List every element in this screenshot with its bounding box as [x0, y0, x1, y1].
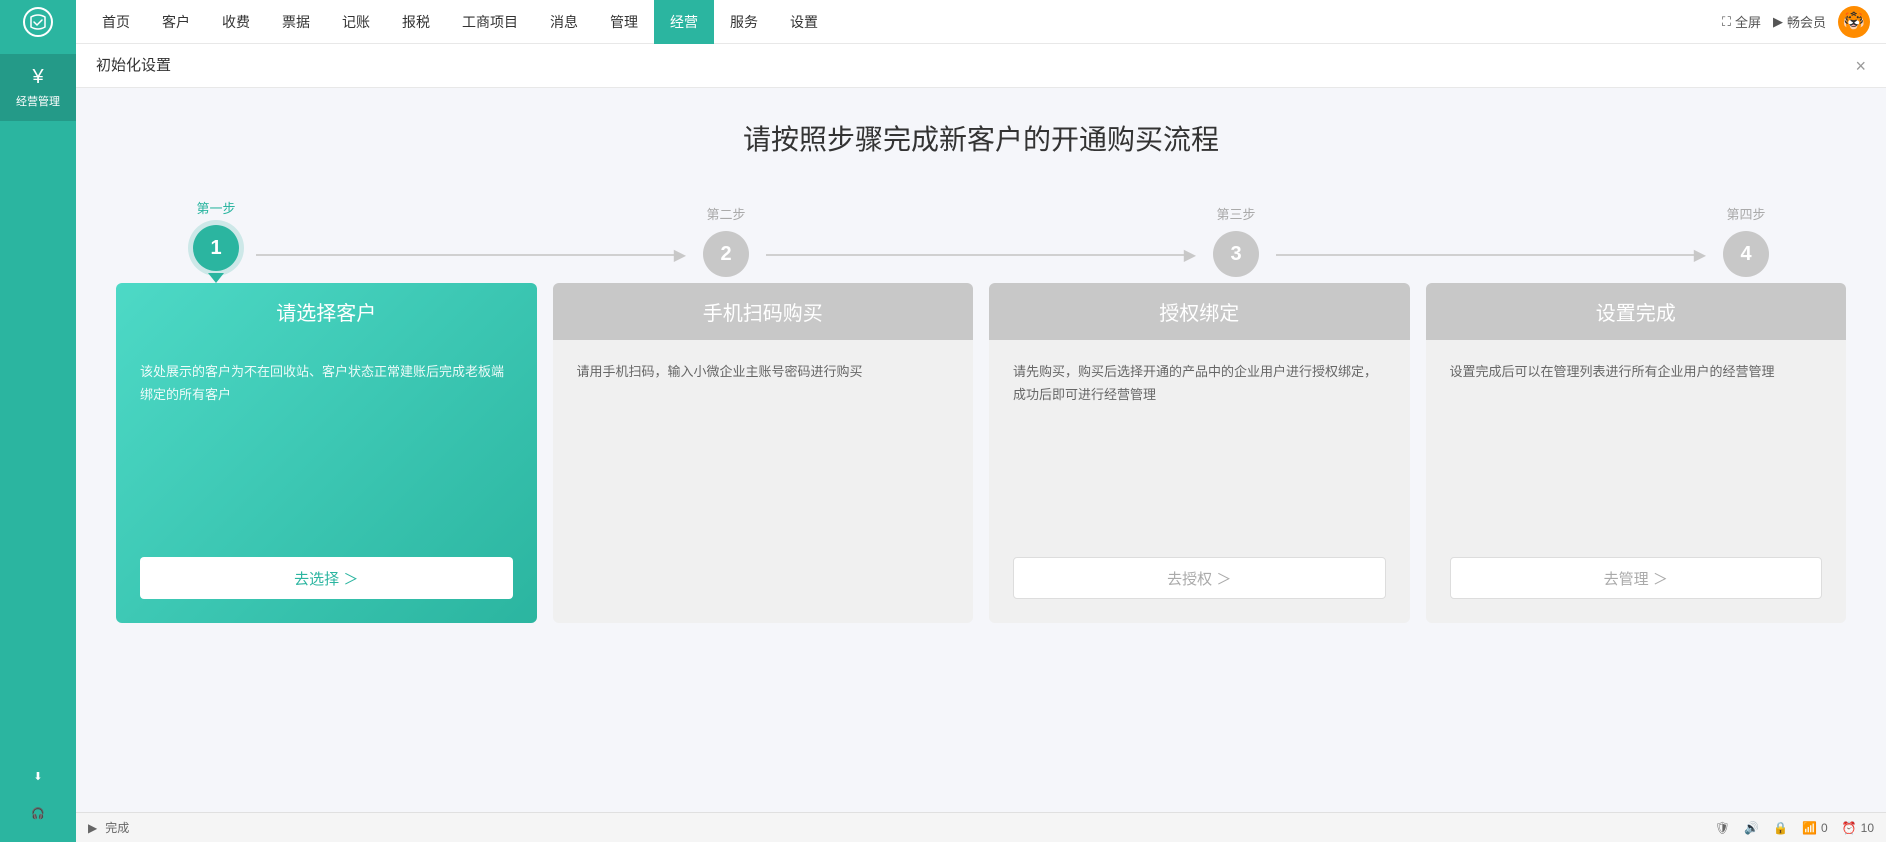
bottom-bar-right: 🛡 🔊 🔒 📶 0 ⏰ 10: [1715, 821, 1874, 835]
nav-item-operation[interactable]: 经营: [654, 0, 714, 44]
logo: [0, 0, 76, 44]
arrow-head-1: ▶: [674, 245, 686, 265]
card-1-title: 请选择客户: [116, 283, 537, 340]
nav-item-business[interactable]: 工商项目: [446, 0, 534, 44]
nav-right: ⛶ 全屏 ▶ 畅会员 🐯: [1722, 6, 1870, 38]
page-title: 初始化设置: [96, 44, 171, 88]
arrow-head-3: ▶: [1694, 245, 1706, 265]
nav-item-client[interactable]: 客户: [146, 0, 206, 44]
shield-status: 🛡: [1715, 821, 1730, 835]
fullscreen-label: 全屏: [1735, 12, 1761, 31]
step-4-label: 第四步: [1726, 204, 1765, 223]
time-icon: ⏰: [1842, 821, 1857, 835]
card-4-button[interactable]: 去管理 ＞: [1450, 557, 1823, 599]
step-arrow-3: ▶: [1276, 217, 1706, 265]
main-content: 初始化设置 × 请按照步骤完成新客户的开通购买流程 第一步 1 ▶: [76, 44, 1886, 842]
nav-item-settings[interactable]: 设置: [774, 0, 834, 44]
sidebar-item-label: 经营管理: [16, 93, 60, 109]
arrow-line-2: [766, 254, 1188, 256]
user-avatar[interactable]: 🐯: [1838, 6, 1870, 38]
headset-icon: 🎧: [31, 807, 45, 820]
shield-icon: 🛡: [1715, 821, 1730, 835]
sidebar-bottom: ⬇ 🎧: [0, 758, 76, 842]
step-4-circle: 4: [1723, 231, 1769, 277]
fullscreen-button[interactable]: ⛶ 全屏: [1722, 12, 1761, 31]
step-2-label: 第二步: [706, 204, 745, 223]
time-label: 10: [1861, 821, 1874, 835]
card-2-desc: 请用手机扫码，输入小微企业主账号密码进行购买: [577, 360, 950, 599]
bottom-bar: ▶ 完成 🛡 🔊 🔒 📶 0 ⏰ 10: [76, 812, 1886, 842]
nav-item-fee[interactable]: 收费: [206, 0, 266, 44]
arrow-line-3: [1276, 254, 1698, 256]
step-3-node: 第三步 3: [1196, 204, 1276, 277]
lock-icon: 🔒: [1773, 821, 1788, 835]
volume-icon: 🔊: [1744, 821, 1759, 835]
card-4-title: 设置完成: [1426, 283, 1847, 340]
step-4-node: 第四步 4: [1706, 204, 1786, 277]
member-label: 畅会员: [1787, 12, 1826, 31]
card-4: 设置完成 设置完成后可以在管理列表进行所有企业用户的经营管理 去管理 ＞: [1426, 283, 1847, 623]
card-1-button[interactable]: 去选择 ＞: [140, 557, 513, 599]
step-arrow-2: ▶: [766, 217, 1196, 265]
card-3-title: 授权绑定: [989, 283, 1410, 340]
card-2: 手机扫码购买 请用手机扫码，输入小微企业主账号密码进行购买: [553, 283, 974, 623]
sidebar: ¥ 经营管理 ⬇ 🎧: [0, 44, 76, 842]
time-status: ⏰ 10: [1842, 821, 1874, 835]
step-2-circle: 2: [703, 231, 749, 277]
nav-item-accounting[interactable]: 记账: [326, 0, 386, 44]
cards-row: 请选择客户 该处展示的客户为不在回收站、客户状态正常建账后完成老板端绑定的所有客…: [116, 283, 1846, 623]
steps-row: 第一步 1 ▶ 第二步 2 ▶: [116, 198, 1846, 283]
card-4-desc: 设置完成后可以在管理列表进行所有企业用户的经营管理: [1450, 360, 1823, 537]
step-3-label: 第三步: [1216, 204, 1255, 223]
fullscreen-icon: ⛶: [1722, 14, 1731, 30]
lock-status: 🔒: [1773, 821, 1788, 835]
sidebar-item-operation[interactable]: ¥ 经营管理: [0, 54, 76, 121]
top-nav: 首页 客户 收费 票据 记账 报税 工商项目 消息 管理 经营 服务 设置 ⛶ …: [0, 0, 1886, 44]
logo-icon: [23, 7, 53, 37]
volume-status: 🔊: [1744, 821, 1759, 835]
card-3-desc: 请先购买，购买后选择开通的产品中的企业用户进行授权绑定，成功后即可进行经营管理: [1013, 360, 1386, 537]
layout: ¥ 经营管理 ⬇ 🎧 初始化设置 × 请按照步骤完成新客户的开通购买流程: [0, 44, 1886, 842]
nav-item-invoice[interactable]: 票据: [266, 0, 326, 44]
wifi-icon: 📶: [1802, 821, 1817, 835]
member-button[interactable]: ▶ 畅会员: [1773, 12, 1826, 31]
status-label: 完成: [105, 819, 129, 836]
step-arrow-1: ▶: [256, 217, 686, 265]
download-icon: ⬇: [33, 770, 42, 783]
step-3-circle: 3: [1213, 231, 1259, 277]
nav-items: 首页 客户 收费 票据 记账 报税 工商项目 消息 管理 经营 服务 设置: [86, 0, 1722, 44]
sidebar-download-item[interactable]: ⬇: [0, 758, 76, 795]
card-1: 请选择客户 该处展示的客户为不在回收站、客户状态正常建账后完成老板端绑定的所有客…: [116, 283, 537, 623]
nav-item-message[interactable]: 消息: [534, 0, 594, 44]
card-3-button[interactable]: 去授权 ＞: [1013, 557, 1386, 599]
play-status-icon: ▶: [88, 821, 97, 835]
nav-item-service[interactable]: 服务: [714, 0, 774, 44]
close-button[interactable]: ×: [1855, 44, 1866, 88]
sidebar-headset-item[interactable]: 🎧: [0, 795, 76, 832]
nav-item-home[interactable]: 首页: [86, 0, 146, 44]
step-1-circle: 1: [193, 225, 239, 271]
page-body: 请按照步骤完成新客户的开通购买流程 第一步 1 ▶ 第二步 2: [76, 88, 1886, 812]
step-1-pointer: [208, 273, 224, 283]
nav-item-manage[interactable]: 管理: [594, 0, 654, 44]
page-header: 初始化设置 ×: [76, 44, 1886, 88]
step-2-node: 第二步 2: [686, 204, 766, 277]
step-1-label: 第一步: [196, 198, 235, 217]
wifi-label: 0: [1821, 821, 1828, 835]
card-1-desc: 该处展示的客户为不在回收站、客户状态正常建账后完成老板端绑定的所有客户: [140, 360, 513, 537]
arrow-line-1: [256, 254, 678, 256]
wifi-status: 📶 0: [1802, 821, 1828, 835]
arrow-head-2: ▶: [1184, 245, 1196, 265]
yen-icon: ¥: [32, 66, 43, 89]
step-1-node: 第一步 1: [176, 198, 256, 283]
main-heading: 请按照步骤完成新客户的开通购买流程: [116, 118, 1846, 158]
play-icon: ▶: [1773, 14, 1783, 30]
card-2-title: 手机扫码购买: [553, 283, 974, 340]
card-3: 授权绑定 请先购买，购买后选择开通的产品中的企业用户进行授权绑定，成功后即可进行…: [989, 283, 1410, 623]
nav-item-tax[interactable]: 报税: [386, 0, 446, 44]
